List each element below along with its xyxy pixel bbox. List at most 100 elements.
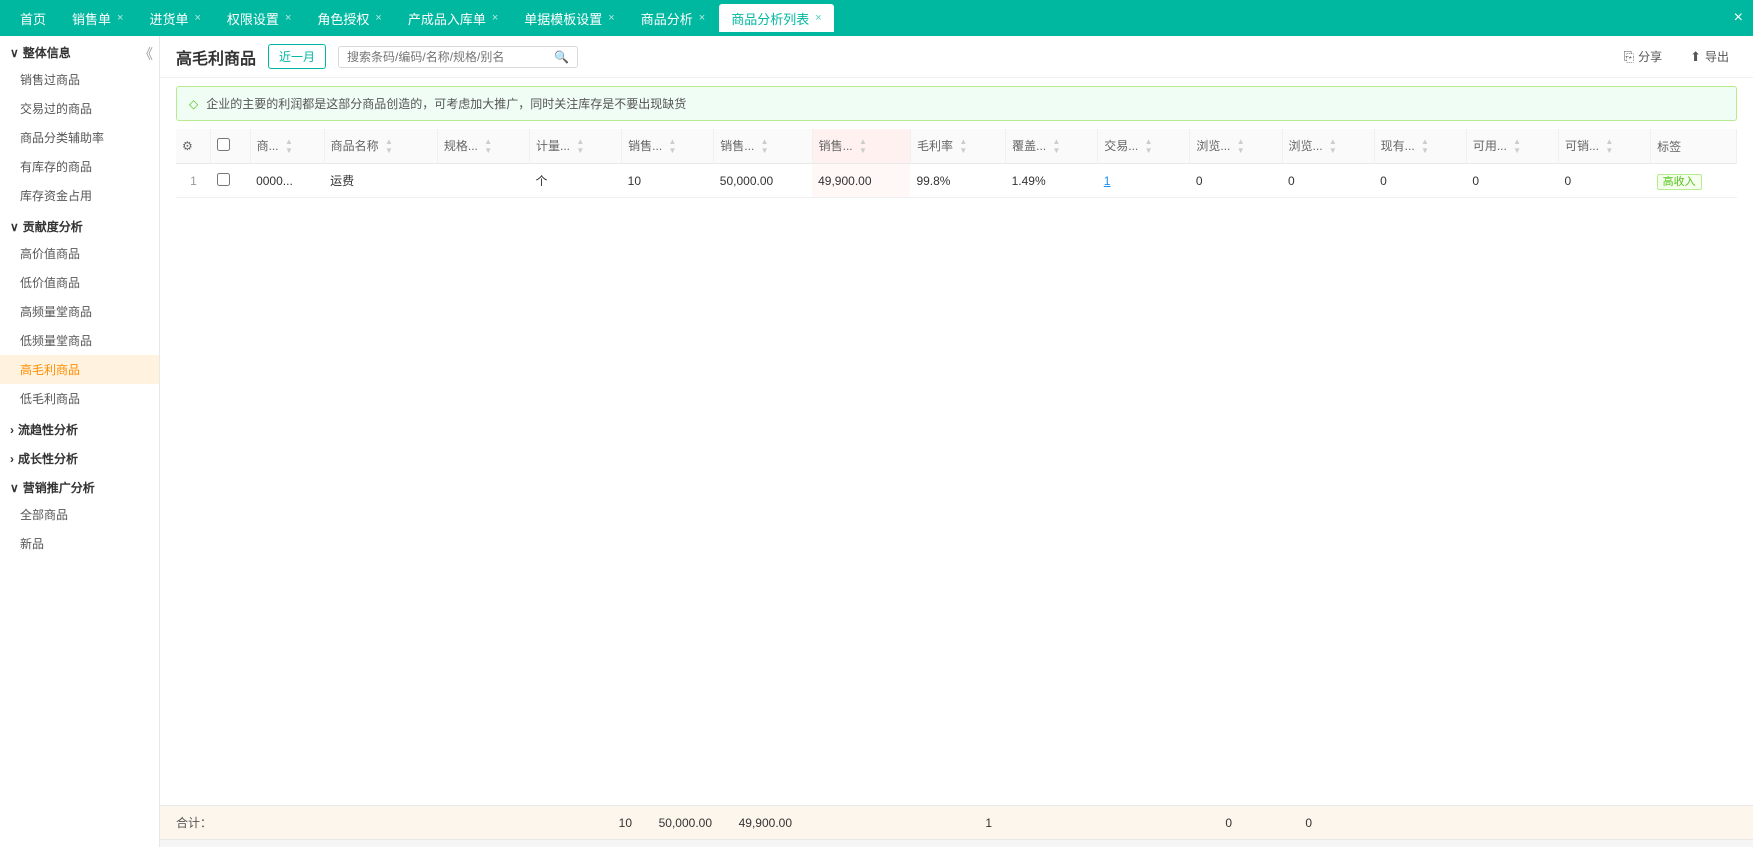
sort-code[interactable]: ▲▼ xyxy=(285,138,293,155)
sort-sales-qty[interactable]: ▲▼ xyxy=(669,138,677,155)
sidebar-item-new-goods[interactable]: 新品 xyxy=(0,529,159,558)
sidebar-item-low-freq[interactable]: 低频量堂商品 xyxy=(0,326,159,355)
tip-icon: ◇ xyxy=(189,97,198,111)
info-banner: ◇ 企业的主要的利润都是这部分商品创造的，可考虑加大推广，同时关注库存是不要出现… xyxy=(176,86,1737,121)
row-current-stock: 0 xyxy=(1374,164,1466,198)
sidebar-item-low-margin[interactable]: 低毛利商品 xyxy=(0,384,159,413)
row-sales-amount: 50,000.00 xyxy=(714,164,812,198)
close-tab-sales-order[interactable]: × xyxy=(117,12,123,24)
time-filter-button[interactable]: 近一月 xyxy=(268,44,326,69)
col-margin-rate: 毛利率 ▲▼ xyxy=(910,129,1005,164)
close-tab-permission-settings[interactable]: × xyxy=(285,12,291,24)
info-banner-text: 企业的主要的利润都是这部分商品创造的，可考虑加大推广，同时关注库存是不要出现缺货 xyxy=(206,95,686,112)
sort-margin-rate[interactable]: ▲▼ xyxy=(959,138,967,155)
col-settings[interactable]: ⚙ xyxy=(176,129,211,164)
col-available: 可用... ▲▼ xyxy=(1466,129,1558,164)
sidebar-group-trend[interactable]: › 流趋性分析 xyxy=(0,413,159,442)
sidebar-item-sales-goods[interactable]: 销售过商品 xyxy=(0,65,159,94)
footer-available: 0 xyxy=(1238,816,1318,830)
sort-current-stock[interactable]: ▲▼ xyxy=(1421,138,1429,155)
col-browse1: 浏览... ▲▼ xyxy=(1190,129,1282,164)
bottom-scrollbar[interactable] xyxy=(160,839,1753,847)
footer-sales-cost: 49,900.00 xyxy=(718,816,798,830)
sidebar-item-high-freq[interactable]: 高频量堂商品 xyxy=(0,297,159,326)
select-all-checkbox[interactable] xyxy=(217,138,230,151)
sidebar-group-treasure[interactable]: ∨ 贡献度分析 xyxy=(0,210,159,239)
sidebar-collapse-button[interactable]: 《 xyxy=(139,44,153,64)
tab-order-template[interactable]: 单据模板设置 × xyxy=(512,4,626,32)
export-button[interactable]: ⬆ 导出 xyxy=(1682,45,1737,68)
close-all-tabs[interactable]: × xyxy=(1734,9,1743,27)
col-tag: 标签 xyxy=(1651,129,1737,164)
sort-browse1[interactable]: ▲▼ xyxy=(1237,138,1245,155)
page-title: 高毛利商品 xyxy=(176,45,256,69)
sidebar: 《 ∨ 整体信息 销售过商品 交易过的商品 商品分类辅助率 有库存的商品 库存资… xyxy=(0,36,160,847)
col-sales-amount: 销售... ▲▼ xyxy=(714,129,812,164)
col-checkbox[interactable] xyxy=(211,129,250,164)
col-browse2: 浏览... ▲▼ xyxy=(1282,129,1374,164)
close-tab-product-analysis[interactable]: × xyxy=(699,12,705,24)
tab-home[interactable]: 首页 xyxy=(8,4,58,32)
sort-sellable[interactable]: ▲▼ xyxy=(1605,138,1613,155)
tab-product-analysis[interactable]: 商品分析 × xyxy=(629,4,717,32)
col-transaction: 交易... ▲▼ xyxy=(1098,129,1190,164)
table-wrapper[interactable]: ⚙ 商... ▲▼ 商品名称 ▲▼ 规格... ▲▼ xyxy=(160,129,1753,805)
col-sellable: 可销... ▲▼ xyxy=(1558,129,1650,164)
col-spec: 规格... ▲▼ xyxy=(437,129,529,164)
close-tab-product-warehouse[interactable]: × xyxy=(492,12,498,24)
close-tab-order-template[interactable]: × xyxy=(608,12,614,24)
tab-role-permission[interactable]: 角色授权 × xyxy=(305,4,393,32)
share-button[interactable]: ⎘ 分享 xyxy=(1616,45,1670,68)
sort-browse2[interactable]: ▲▼ xyxy=(1329,138,1337,155)
sidebar-group-growth[interactable]: › 成长性分析 xyxy=(0,442,159,471)
sort-spec[interactable]: ▲▼ xyxy=(484,138,492,155)
row-coverage: 1.49% xyxy=(1006,164,1098,198)
chevron-down-icon-2: ∨ xyxy=(10,220,19,234)
table-header-row: ⚙ 商... ▲▼ 商品名称 ▲▼ 规格... ▲▼ xyxy=(176,129,1737,164)
col-unit: 计量... ▲▼ xyxy=(530,129,622,164)
search-input[interactable] xyxy=(347,50,548,64)
col-sales-cost: 销售... ▲▼ xyxy=(812,129,910,164)
sidebar-item-inventory-occupy[interactable]: 库存资金占用 xyxy=(0,181,159,210)
search-icon[interactable]: 🔍 xyxy=(554,50,569,64)
row-num: 1 xyxy=(176,164,211,198)
sort-unit[interactable]: ▲▼ xyxy=(576,138,584,155)
close-tab-role-permission[interactable]: × xyxy=(375,12,381,24)
sort-sales-amount[interactable]: ▲▼ xyxy=(761,138,769,155)
sidebar-item-all-goods[interactable]: 全部商品 xyxy=(0,500,159,529)
sidebar-item-stocked-goods[interactable]: 有库存的商品 xyxy=(0,152,159,181)
close-tab-purchase-order[interactable]: × xyxy=(194,12,200,24)
transaction-link[interactable]: 1 xyxy=(1104,174,1111,188)
tab-sales-order[interactable]: 销售单 × xyxy=(60,4,135,32)
sidebar-item-high-margin[interactable]: 高毛利商品 xyxy=(0,355,159,384)
sidebar-item-low-value[interactable]: 低价值商品 xyxy=(0,268,159,297)
tab-permission-settings[interactable]: 权限设置 × xyxy=(215,4,303,32)
row-unit: 个 xyxy=(530,164,622,198)
sort-name[interactable]: ▲▼ xyxy=(385,138,393,155)
sidebar-item-traded-goods[interactable]: 交易过的商品 xyxy=(0,94,159,123)
close-tab-product-analysis-list[interactable]: × xyxy=(815,12,821,24)
footer-values: 10 50,000.00 49,900.00 1 0 0 xyxy=(228,816,1737,830)
row-checkbox[interactable] xyxy=(211,164,250,198)
row-transaction[interactable]: 1 xyxy=(1098,164,1190,198)
chevron-down-icon-3: ∨ xyxy=(10,481,19,495)
row-spec xyxy=(437,164,529,198)
sidebar-group-overall[interactable]: ∨ 整体信息 xyxy=(0,36,159,65)
sidebar-item-goods-analysis[interactable]: 商品分类辅助率 xyxy=(0,123,159,152)
sort-transaction[interactable]: ▲▼ xyxy=(1145,138,1153,155)
sort-sales-cost[interactable]: ▲▼ xyxy=(859,138,867,155)
table-row: 1 0000... 运费 个 10 50,000.00 49,900.00 99… xyxy=(176,164,1737,198)
sidebar-item-high-value[interactable]: 高价值商品 xyxy=(0,239,159,268)
tag-badge: 高收入 xyxy=(1657,174,1702,190)
row-code: 0000... xyxy=(250,164,324,198)
row-select-checkbox[interactable] xyxy=(217,173,230,186)
tab-purchase-order[interactable]: 进货单 × xyxy=(137,4,212,32)
sidebar-group-marketing[interactable]: ∨ 营销推广分析 xyxy=(0,471,159,500)
sort-available[interactable]: ▲▼ xyxy=(1513,138,1521,155)
row-margin-rate: 99.8% xyxy=(910,164,1005,198)
tab-product-warehouse[interactable]: 产成品入库单 × xyxy=(396,4,510,32)
footer-current-stock: 0 xyxy=(1158,816,1238,830)
sort-coverage[interactable]: ▲▼ xyxy=(1052,138,1060,155)
tab-product-analysis-list[interactable]: 商品分析列表 × xyxy=(719,4,833,32)
row-available: 0 xyxy=(1466,164,1558,198)
